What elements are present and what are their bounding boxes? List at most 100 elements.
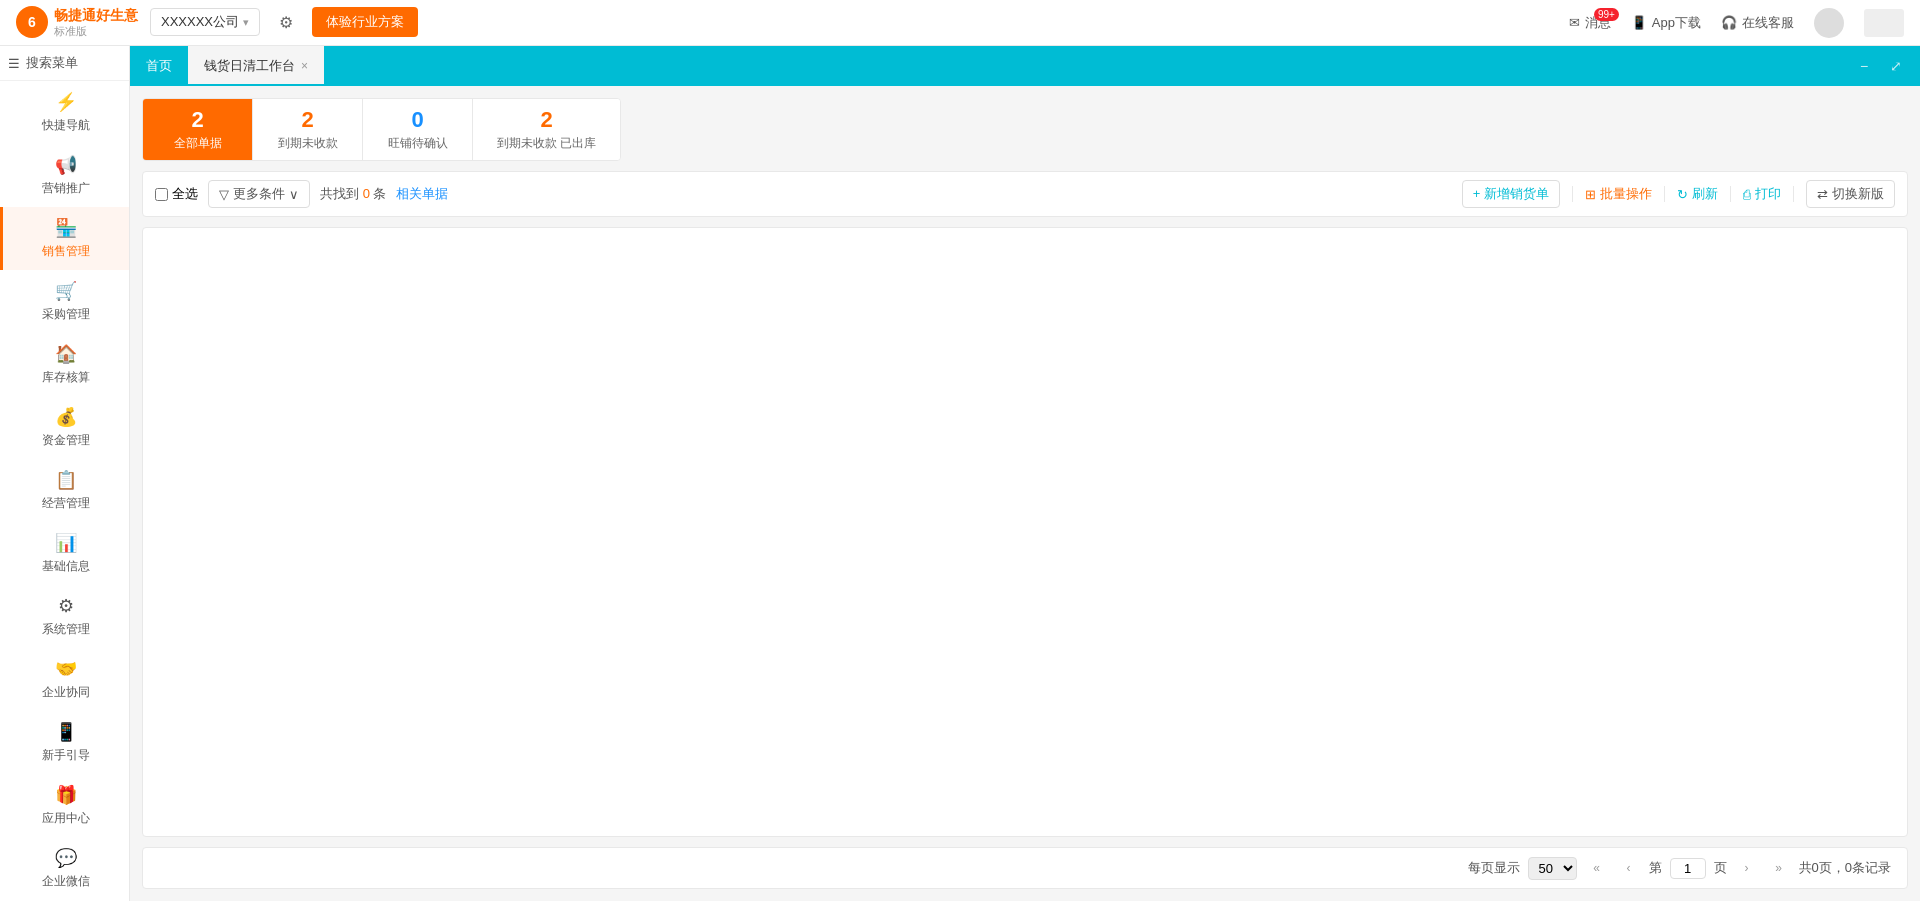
first-page-button[interactable]: « bbox=[1585, 856, 1609, 880]
last-page-button[interactable]: » bbox=[1767, 856, 1791, 880]
sidebar-item-cooperation[interactable]: 🤝 企业协同 bbox=[0, 648, 129, 711]
user-name-area[interactable] bbox=[1864, 9, 1904, 37]
toolbar-left: 全选 ▽ 更多条件 ∨ 共找到 0 条 相关单据 bbox=[155, 180, 1450, 208]
switch-version-button[interactable]: ⇄ 切换新版 bbox=[1806, 180, 1895, 208]
sidebar-item-marketing[interactable]: 📢 营销推广 bbox=[0, 144, 129, 207]
sidebar-label-system: 系统管理 bbox=[42, 621, 90, 638]
sidebar-label-cooperation: 企业协同 bbox=[42, 684, 90, 701]
tab-minimize-button[interactable]: − bbox=[1852, 54, 1876, 78]
print-icon: ⎙ bbox=[1743, 187, 1751, 202]
logo-sub-text: 标准版 bbox=[54, 24, 138, 38]
select-all-input[interactable] bbox=[155, 188, 168, 201]
refresh-label: 刷新 bbox=[1692, 185, 1718, 203]
related-orders-link[interactable]: 相关单据 bbox=[396, 185, 448, 203]
company-chevron-icon: ▾ bbox=[243, 16, 249, 29]
tab-bar: 首页 钱货日清工作台 × − ⤢ bbox=[130, 46, 1920, 86]
page-number-input[interactable] bbox=[1670, 858, 1706, 879]
sales-icon: 🏪 bbox=[55, 217, 77, 239]
tab-close-icon[interactable]: × bbox=[301, 59, 308, 73]
toolbar-divider-3 bbox=[1730, 186, 1731, 202]
sidebar-item-quick-nav[interactable]: ⚡ 快捷导航 bbox=[0, 81, 129, 144]
shipped-label: 到期未收款 已出库 bbox=[497, 135, 596, 152]
sidebar-label-operations: 经营管理 bbox=[42, 495, 90, 512]
settings-button[interactable]: ⚙ bbox=[272, 8, 300, 36]
toolbar-divider-4 bbox=[1793, 186, 1794, 202]
sidebar-item-guide[interactable]: 📱 新手引导 bbox=[0, 711, 129, 774]
all-count: 2 bbox=[191, 107, 203, 133]
industry-btn[interactable]: 体验行业方案 bbox=[312, 7, 418, 37]
search-menu-label: 搜索菜单 bbox=[26, 54, 78, 72]
purchase-icon: 🛒 bbox=[55, 280, 77, 302]
sidebar-item-wechat[interactable]: 💬 企业微信 bbox=[0, 837, 129, 900]
next-page-button[interactable]: › bbox=[1735, 856, 1759, 880]
message-button[interactable]: ✉ 消息 99+ bbox=[1569, 14, 1611, 32]
sidebar: ☰ 搜索菜单 ⚡ 快捷导航 📢 营销推广 🏪 销售管理 🛒 采购管理 🏠 库存核… bbox=[0, 46, 130, 901]
app-center-icon: 🎁 bbox=[55, 784, 77, 806]
status-tab-all[interactable]: 2 全部单据 bbox=[143, 99, 253, 160]
sidebar-item-purchase[interactable]: 🛒 采购管理 bbox=[0, 270, 129, 333]
batch-ops-button[interactable]: ⊞ 批量操作 bbox=[1585, 185, 1652, 203]
app-download-button[interactable]: 📱 App下载 bbox=[1631, 14, 1701, 32]
inner-content: 2 全部单据 2 到期未收款 0 旺铺待确认 2 到期未收款 已出库 bbox=[130, 86, 1920, 901]
batch-icon: ⊞ bbox=[1585, 187, 1596, 202]
tab-home[interactable]: 首页 bbox=[130, 46, 188, 86]
select-all-checkbox[interactable]: 全选 bbox=[155, 185, 198, 203]
toolbar-right: + 新增销货单 ⊞ 批量操作 ↻ 刷新 ⎙ 打印 bbox=[1462, 180, 1895, 208]
page-size-select[interactable]: 50 bbox=[1528, 857, 1577, 880]
logo-icon: 6 bbox=[16, 6, 48, 38]
online-service-button[interactable]: 🎧 在线客服 bbox=[1721, 14, 1794, 32]
guide-icon: 📱 bbox=[55, 721, 77, 743]
sidebar-label-purchase: 采购管理 bbox=[42, 306, 90, 323]
cooperation-icon: 🤝 bbox=[55, 658, 77, 680]
filter-button[interactable]: ▽ 更多条件 ∨ bbox=[208, 180, 310, 208]
pending-count: 0 bbox=[411, 107, 423, 133]
refresh-button[interactable]: ↻ 刷新 bbox=[1677, 185, 1718, 203]
sidebar-item-finance[interactable]: 💰 资金管理 bbox=[0, 396, 129, 459]
sidebar-item-operations[interactable]: 📋 经营管理 bbox=[0, 459, 129, 522]
sidebar-item-base-info[interactable]: 📊 基础信息 bbox=[0, 522, 129, 585]
status-tab-overdue[interactable]: 2 到期未收款 bbox=[253, 99, 363, 160]
app-download-label: App下载 bbox=[1652, 14, 1701, 32]
service-icon: 🎧 bbox=[1721, 15, 1737, 30]
found-prefix: 共找到 bbox=[320, 186, 359, 201]
filter-label: 更多条件 bbox=[233, 185, 285, 203]
sidebar-label-quick-nav: 快捷导航 bbox=[42, 117, 90, 134]
content-area: 首页 钱货日清工作台 × − ⤢ 2 全部单据 2 到期未 bbox=[130, 46, 1920, 901]
user-avatar[interactable] bbox=[1814, 8, 1844, 38]
status-tab-pending[interactable]: 0 旺铺待确认 bbox=[363, 99, 473, 160]
found-text: 共找到 0 条 bbox=[320, 185, 386, 203]
sidebar-item-app-center[interactable]: 🎁 应用中心 bbox=[0, 774, 129, 837]
new-sales-order-button[interactable]: + 新增销货单 bbox=[1462, 180, 1560, 208]
sidebar-item-sales[interactable]: 🏪 销售管理 bbox=[0, 207, 129, 270]
print-button[interactable]: ⎙ 打印 bbox=[1743, 185, 1781, 203]
print-label: 打印 bbox=[1755, 185, 1781, 203]
sidebar-item-inventory[interactable]: 🏠 库存核算 bbox=[0, 333, 129, 396]
online-service-label: 在线客服 bbox=[1742, 14, 1794, 32]
page-label: 第 bbox=[1649, 859, 1662, 877]
tab-maximize-button[interactable]: ⤢ bbox=[1884, 54, 1908, 78]
search-menu-item[interactable]: ☰ 搜索菜单 bbox=[0, 46, 129, 81]
sidebar-label-inventory: 库存核算 bbox=[42, 369, 90, 386]
sidebar-item-system[interactable]: ⚙ 系统管理 bbox=[0, 585, 129, 648]
pagination-bar: 每页显示 50 « ‹ 第 页 › » 共0页，0条记录 bbox=[142, 847, 1908, 889]
pending-label: 旺铺待确认 bbox=[388, 135, 448, 152]
prev-page-button[interactable]: ‹ bbox=[1617, 856, 1641, 880]
company-selector[interactable]: XXXXXX公司 ▾ bbox=[150, 8, 260, 36]
filter-icon: ▽ bbox=[219, 187, 229, 202]
wechat-icon: 💬 bbox=[55, 847, 77, 869]
tab-bar-actions: − ⤢ bbox=[1852, 54, 1920, 78]
logo-text: 畅捷通好生意 标准版 bbox=[54, 6, 138, 38]
sidebar-label-wechat: 企业微信 bbox=[42, 873, 90, 890]
sidebar-label-app-center: 应用中心 bbox=[42, 810, 90, 827]
status-tab-shipped[interactable]: 2 到期未收款 已出库 bbox=[473, 99, 620, 160]
quick-nav-icon: ⚡ bbox=[55, 91, 77, 113]
base-info-icon: 📊 bbox=[55, 532, 77, 554]
message-icon: ✉ bbox=[1569, 15, 1580, 30]
page-suffix: 页 bbox=[1714, 859, 1727, 877]
switch-label: 切换新版 bbox=[1832, 185, 1884, 203]
logo-area: 6 畅捷通好生意 标准版 bbox=[16, 6, 138, 38]
toolbar-divider-2 bbox=[1664, 186, 1665, 202]
company-name: XXXXXX公司 bbox=[161, 13, 239, 31]
tab-workspace[interactable]: 钱货日清工作台 × bbox=[188, 46, 324, 86]
overdue-label: 到期未收款 bbox=[278, 135, 338, 152]
